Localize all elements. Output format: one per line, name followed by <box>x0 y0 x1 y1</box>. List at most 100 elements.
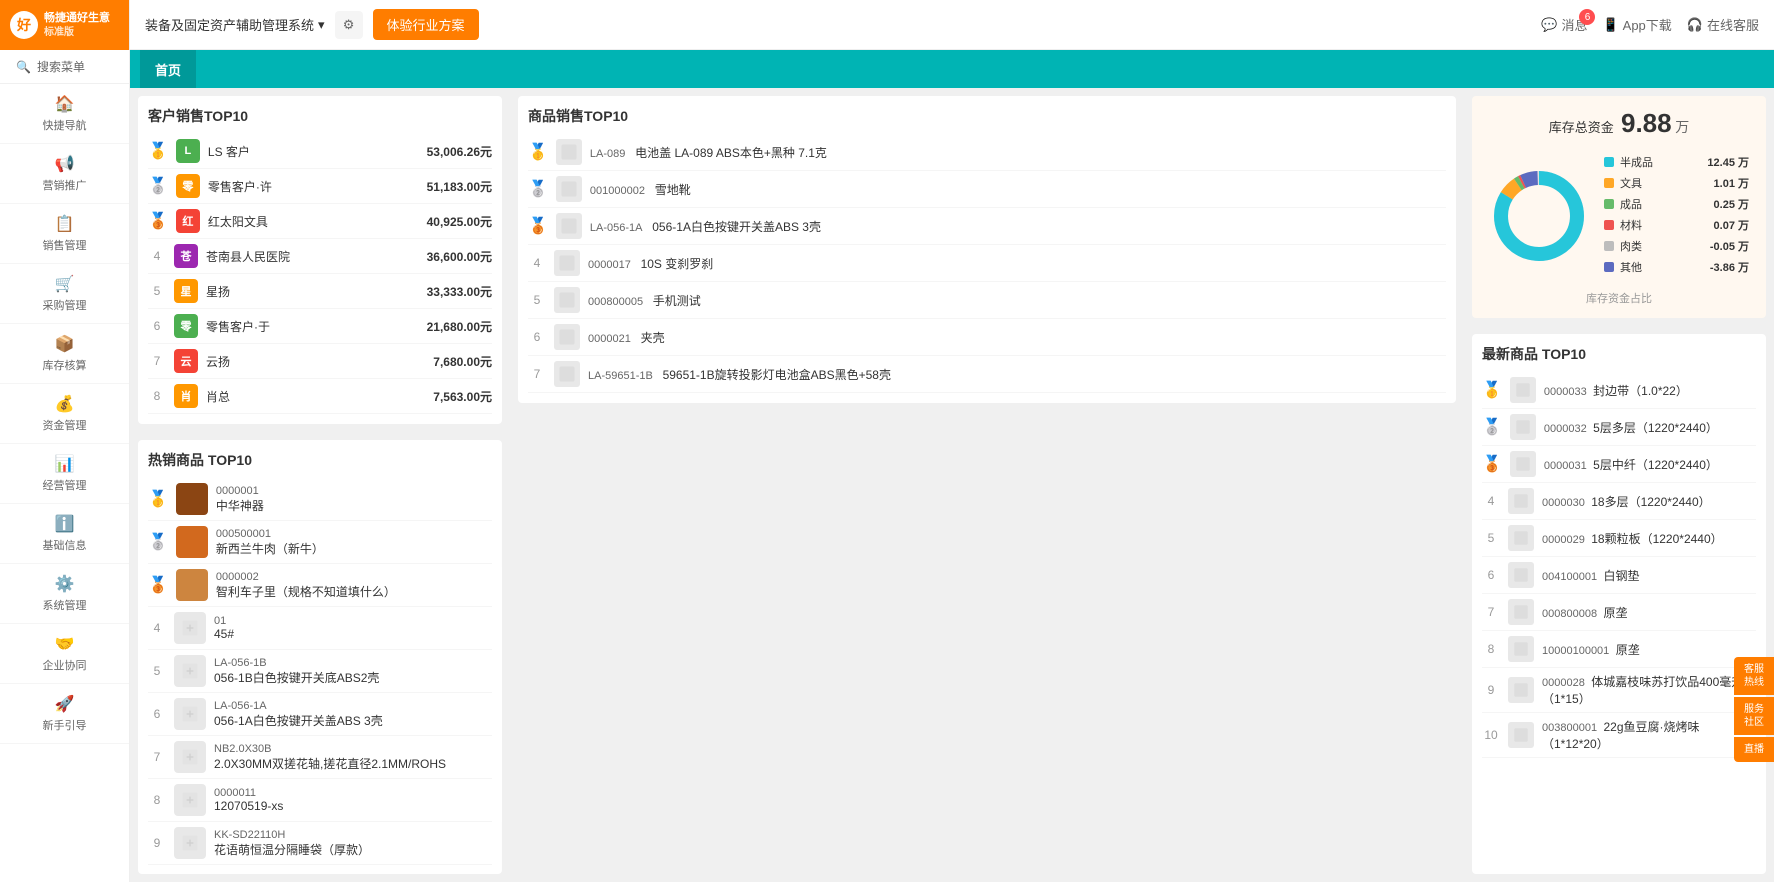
subnav-home[interactable]: 首页 <box>140 50 196 88</box>
gear-icon: ⚙ <box>343 17 355 33</box>
product-code: 0000031 <box>1544 460 1590 472</box>
sidebar-item-system[interactable]: ⚙️ 系统管理 <box>0 564 129 624</box>
float-btn-live[interactable]: 直播 <box>1734 737 1774 762</box>
product-sale-title: 商品销售TOP10 <box>528 106 1446 126</box>
app-download-item[interactable]: 📱 App下载 <box>1602 15 1671 34</box>
sidebar-item-guide[interactable]: 🚀 新手引导 <box>0 684 129 744</box>
hot-product-row: 🥈 000500001 新西兰牛肉（新牛） <box>148 521 492 564</box>
product-info: 0000032 5层多层（1220*2440） <box>1544 419 1756 436</box>
product-code: 0000033 <box>1544 386 1590 398</box>
product-image-placeholder <box>1510 451 1536 477</box>
product-name: 花语萌恒温分隔睡袋（厚款） <box>214 841 370 858</box>
medal-icon: 🥇 <box>528 142 548 162</box>
customer-rank-row: 🥈 零 零售客户·许 51,183.00元 <box>148 169 492 204</box>
headset-icon: 🎧 <box>1687 17 1703 33</box>
legend-item: 文具 1.01 万 <box>1604 175 1749 191</box>
subnav: 首页 <box>130 50 1774 88</box>
product-code: 000500001 <box>216 528 324 540</box>
inventory-card: 库存总资金 9.88 万 <box>1472 96 1766 318</box>
online-service-item[interactable]: 🎧 在线客服 <box>1687 15 1759 34</box>
rank-number: 5 <box>528 293 546 307</box>
notification-item[interactable]: 💬 消息 6 <box>1541 15 1587 34</box>
sidebar-item-inventory[interactable]: 📦 库存核算 <box>0 324 129 384</box>
customer-rank-row: 8 肖 肖总 7,563.00元 <box>148 379 492 414</box>
medal-icon: 🥇 <box>1482 380 1502 400</box>
sidebar-item-marketing[interactable]: 📢 营销推广 <box>0 144 129 204</box>
dropdown-arrow-icon: ▾ <box>318 17 325 33</box>
new-product-row: 8 10000100001 原垄 <box>1482 631 1756 668</box>
float-btn-hotline[interactable]: 客服热线 <box>1734 657 1774 695</box>
marketing-icon: 📢 <box>55 154 75 174</box>
product-code: 0000011 <box>214 787 283 799</box>
new-product-row: 🥈 0000032 5层多层（1220*2440） <box>1482 409 1756 446</box>
legend-label: 其他 <box>1620 259 1704 275</box>
hot-product-row: 6 LA-056-1A 056-1A白色按键开关盖ABS 3壳 <box>148 693 492 736</box>
donut-container: 半成品 12.45 万 文具 1.01 万 成品 0.25 万 材料 0.07 … <box>1484 149 1754 285</box>
customer-amount: 53,006.26元 <box>427 143 492 160</box>
hot-products-title: 热销商品 TOP10 <box>148 450 492 470</box>
product-name: 封边带（1.0*22） <box>1593 384 1688 398</box>
rank-number: 7 <box>528 367 546 381</box>
legend-color <box>1604 220 1614 230</box>
product-name: 056-1A白色按键开关盖ABS 3壳 <box>214 712 383 729</box>
sidebar-item-basic[interactable]: ℹ️ 基础信息 <box>0 504 129 564</box>
legend-value: 0.07 万 <box>1714 217 1749 233</box>
legend-label: 成品 <box>1620 196 1708 212</box>
avatar: 红 <box>176 209 200 233</box>
product-name: 5层多层（1220*2440） <box>1593 421 1718 435</box>
sidebar-item-management[interactable]: 📊 经营管理 <box>0 444 129 504</box>
rank-number: 4 <box>1482 494 1500 508</box>
sidebar-item-purchase[interactable]: 🛒 采购管理 <box>0 264 129 324</box>
product-sale-card: 商品销售TOP10 🥇 LA-089 电池盖 LA-089 ABS本色+黑种 7… <box>518 96 1456 403</box>
new-product-row: 🥉 0000031 5层中纤（1220*2440） <box>1482 446 1756 483</box>
product-info: 0000011 12070519-xs <box>214 787 283 813</box>
basic-icon: ℹ️ <box>55 514 75 534</box>
product-name: 10S 变刹罗刹 <box>641 257 714 271</box>
legend-item: 其他 -3.86 万 <box>1604 259 1749 275</box>
product-info: LA-59651-1B 59651-1B旋转投影灯电池盒ABS黑色+58壳 <box>588 366 891 383</box>
rank-number: 9 <box>148 836 166 850</box>
new-products-title: 最新商品 TOP10 <box>1482 344 1756 364</box>
system-title-dropdown[interactable]: 装备及固定资产辅助管理系统 ▾ <box>145 15 325 34</box>
medal-icon: 🥈 <box>148 532 168 552</box>
notification-badge: 6 <box>1579 9 1595 25</box>
middle-column: 商品销售TOP10 🥇 LA-089 电池盖 LA-089 ABS本色+黑种 7… <box>510 88 1464 882</box>
sidebar-item-home[interactable]: 🏠 快捷导航 <box>0 84 129 144</box>
settings-button[interactable]: ⚙ <box>335 11 363 39</box>
product-image-placeholder <box>174 612 206 644</box>
product-code: 0000029 <box>1542 534 1588 546</box>
search-menu[interactable]: 🔍 搜索菜单 <box>0 50 129 84</box>
product-info: NB2.0X30B 2.0X30MM双搓花轴,搓花直径2.1MM/ROHS <box>214 743 446 772</box>
hot-products-list: 🥇 0000001 中华神器 🥈 000500001 新西兰牛肉（新牛） 🥉 0… <box>148 478 492 865</box>
product-name: 中华神器 <box>216 497 264 514</box>
inventory-unit: 万 <box>1675 119 1689 135</box>
product-image <box>176 483 208 515</box>
customer-amount: 36,600.00元 <box>427 248 492 265</box>
legend-value: 1.01 万 <box>1714 175 1749 191</box>
product-info: 003800001 22g鱼豆腐·烧烤味（1*12*20） <box>1542 718 1756 752</box>
product-code: 01 <box>214 615 234 627</box>
hot-products-card: 热销商品 TOP10 🥇 0000001 中华神器 🥈 000500001 新西… <box>138 440 502 874</box>
sidebar-item-finance[interactable]: 💰 资金管理 <box>0 384 129 444</box>
trial-button[interactable]: 体验行业方案 <box>373 9 479 40</box>
customer-name: 云扬 <box>206 353 425 370</box>
product-name: 056-1B白色按键开关底ABS2壳 <box>214 669 379 686</box>
product-name: 智利车子里（规格不知道填什么） <box>216 583 396 600</box>
sidebar-item-sales[interactable]: 📋 销售管理 <box>0 204 129 264</box>
product-code: 0000021 <box>588 333 637 345</box>
product-code: KK-SD22110H <box>214 829 370 841</box>
customer-name: LS 客户 <box>208 143 419 160</box>
product-image <box>176 569 208 601</box>
product-code: LA-089 <box>590 148 632 160</box>
inventory-total-num: 9.88 <box>1621 108 1672 138</box>
sidebar-item-collab[interactable]: 🤝 企业协同 <box>0 624 129 684</box>
search-icon: 🔍 <box>16 60 31 74</box>
product-name: 18颗粒板（1220*2440） <box>1591 532 1722 546</box>
system-icon: ⚙️ <box>55 574 75 594</box>
product-sale-row: 🥉 LA-056-1A 056-1A白色按键开关盖ABS 3壳 <box>528 208 1446 245</box>
inventory-total: 库存总资金 9.88 万 <box>1484 108 1754 139</box>
medal-icon: 🥉 <box>528 216 548 236</box>
rank-number: 4 <box>528 256 546 270</box>
float-btn-community[interactable]: 服务社区 <box>1734 697 1774 735</box>
product-name: 新西兰牛肉（新牛） <box>216 540 324 557</box>
